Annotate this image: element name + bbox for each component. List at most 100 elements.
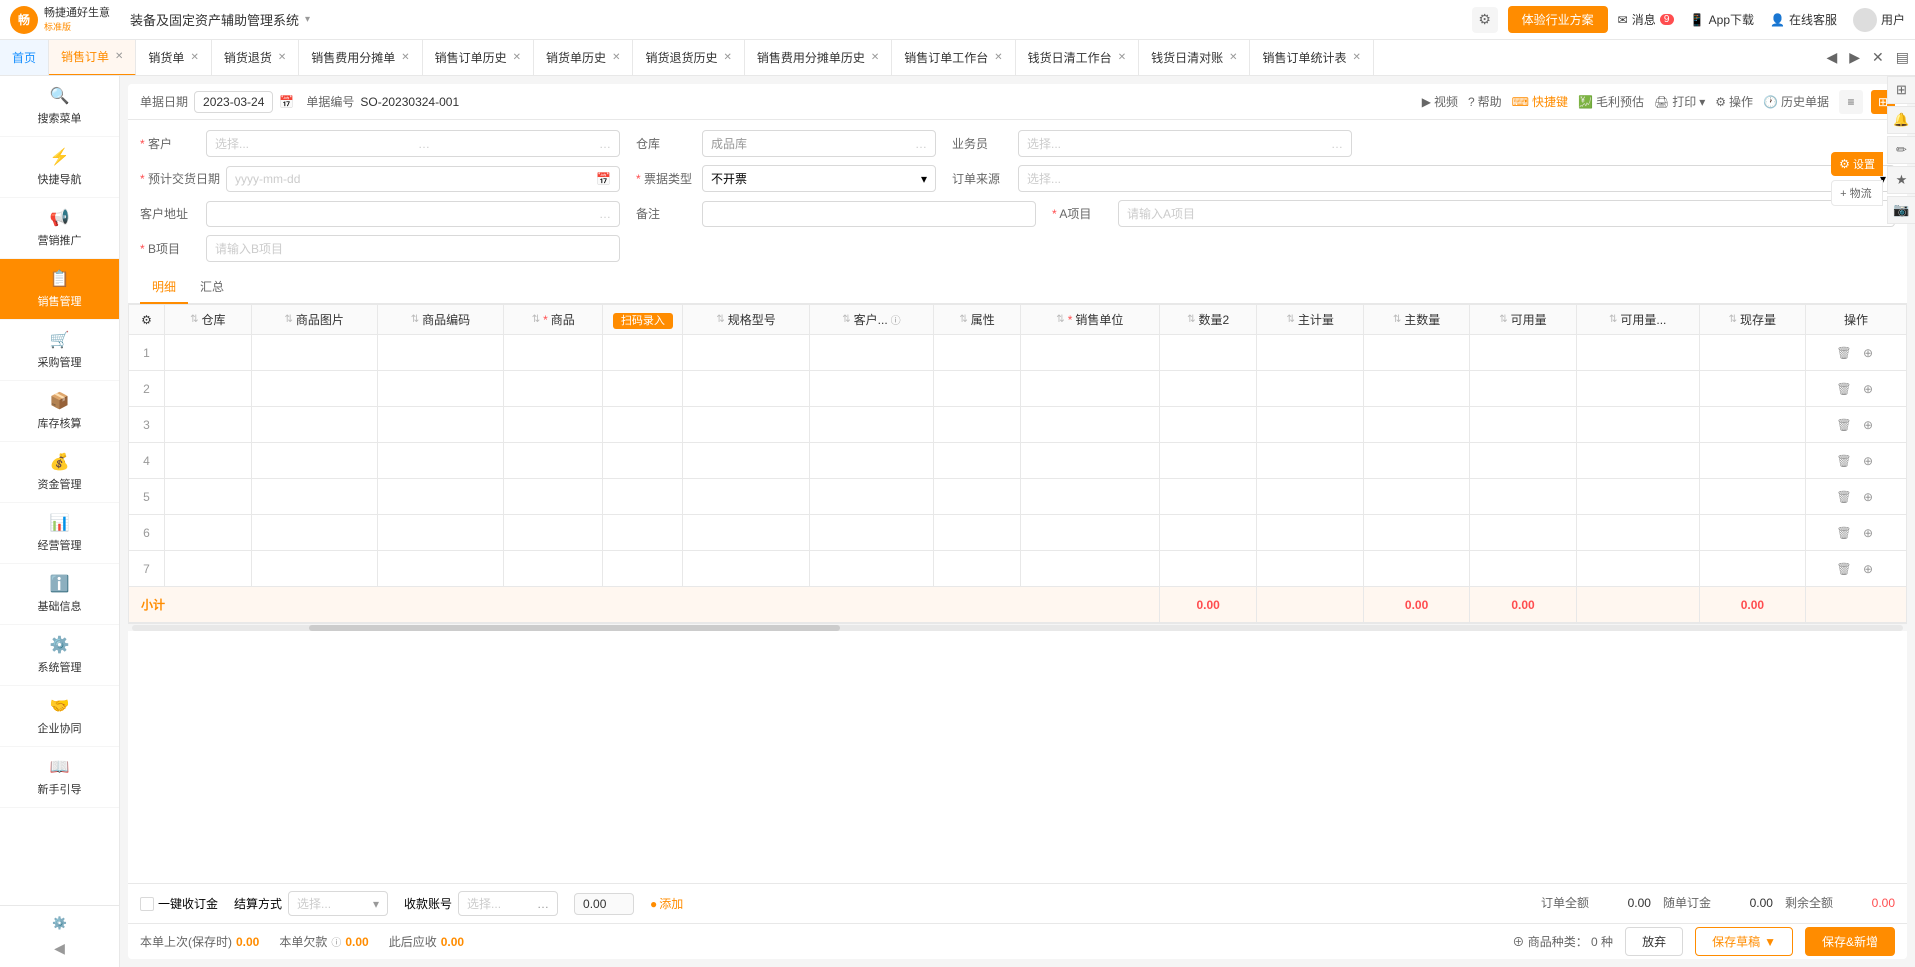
th-warehouse-sort[interactable]: ⇅ [190, 314, 198, 325]
sidebar-item-purchase[interactable]: 🛒 采购管理 [0, 320, 119, 381]
user-button[interactable]: 用户 [1853, 8, 1905, 32]
calendar-icon[interactable]: 📅 [279, 95, 294, 109]
th-unit-sort[interactable]: ⇅ [1056, 314, 1064, 325]
tab-sales-order[interactable]: 销售订单 ✕ [49, 40, 136, 76]
tab-close-expense-split-history[interactable]: ✕ [871, 52, 879, 63]
float-btn-1[interactable]: ⊞ [1887, 76, 1915, 104]
sidebar-collapse-button[interactable]: ◀ [54, 940, 65, 957]
order-source-select[interactable]: 选择... ▾ [1018, 165, 1895, 192]
sidebar-item-enterprise[interactable]: 🤝 企业协同 [0, 686, 119, 747]
tab-close-sales-workbench[interactable]: ✕ [994, 52, 1002, 63]
settings-side-button[interactable]: ⚙ 设置 [1831, 152, 1883, 176]
row-copy-7[interactable]: ⊕ [1858, 559, 1878, 579]
th-attr-sort[interactable]: ⇅ [959, 314, 967, 325]
sidebar-item-basic-info[interactable]: ℹ️ 基础信息 [0, 564, 119, 625]
tab-close-sales-invoice[interactable]: ✕ [190, 52, 198, 63]
tab-close-sales-return[interactable]: ✕ [278, 52, 286, 63]
save-new-button[interactable]: 保存&新增 [1805, 927, 1895, 956]
date-input[interactable]: 2023-03-24 [194, 91, 273, 113]
row-delete-7[interactable]: 🗑 [1834, 559, 1854, 579]
messages-button[interactable]: ✉ 消息 9 [1618, 11, 1674, 28]
th-spec-sort[interactable]: ⇅ [716, 314, 724, 325]
tab-sales-order-history[interactable]: 销售订单历史 ✕ [423, 40, 534, 76]
help-action[interactable]: ? 帮助 [1468, 93, 1502, 110]
list-view-button[interactable]: ≡ [1839, 90, 1863, 114]
row-delete-4[interactable]: 🗑 [1834, 451, 1854, 471]
tab-cash-workbench[interactable]: 钱货日清工作台 ✕ [1016, 40, 1139, 76]
tab-close-sales-order-history[interactable]: ✕ [513, 52, 521, 63]
address-input[interactable]: … [206, 201, 620, 227]
th-avail-sort[interactable]: ⇅ [1499, 314, 1507, 325]
tab-sales-invoice-history[interactable]: 销货单历史 ✕ [534, 40, 633, 76]
horizontal-scrollbar[interactable] [128, 623, 1907, 631]
th-code-sort[interactable]: ⇅ [411, 314, 419, 325]
tab-more-button[interactable]: ▤ [1890, 40, 1915, 76]
float-btn-5[interactable]: 📷 [1887, 196, 1915, 224]
row-copy-1[interactable]: ⊕ [1858, 343, 1878, 363]
th-main-unit-sort[interactable]: ⇅ [1286, 314, 1294, 325]
payment-method-select[interactable]: 选择... ▾ [288, 891, 388, 916]
tab-close-cash-reconcile[interactable]: ✕ [1229, 52, 1237, 63]
a-project-input[interactable]: 请输入A项目 [1118, 200, 1895, 227]
th-settings[interactable]: ⚙ [129, 305, 165, 335]
tab-close-sales-statistics[interactable]: ✕ [1353, 52, 1361, 63]
th-stock-sort[interactable]: ⇅ [1729, 314, 1737, 325]
scrollbar-thumb[interactable] [309, 625, 840, 631]
sidebar-item-shortcuts[interactable]: ⚡ 快捷导航 [0, 137, 119, 198]
discard-button[interactable]: 放弃 [1625, 927, 1683, 956]
print-action[interactable]: 🖨 打印 ▾ [1654, 93, 1705, 110]
sidebar-item-sales[interactable]: 📋 销售管理 [0, 259, 119, 320]
tab-close-sales-expense-split[interactable]: ✕ [401, 52, 409, 63]
tab-sales-expense-split[interactable]: 销售费用分摊单 ✕ [299, 40, 422, 76]
sidebar-item-operations[interactable]: 📊 经营管理 [0, 503, 119, 564]
tab-sales-invoice[interactable]: 销货单 ✕ [136, 40, 211, 76]
sidebar-settings-button[interactable]: ⚙️ [52, 916, 67, 930]
sidebar-item-finance[interactable]: 💰 资金管理 [0, 442, 119, 503]
row-delete-1[interactable]: 🗑 [1834, 343, 1854, 363]
sidebar-item-system[interactable]: ⚙️ 系统管理 [0, 625, 119, 686]
warehouse-input[interactable]: 成品库 … [702, 130, 936, 157]
b-project-input[interactable]: 请输入B项目 [206, 235, 620, 262]
float-btn-4[interactable]: ★ [1887, 166, 1915, 194]
invoice-type-select[interactable]: 不开票 ▾ [702, 165, 936, 192]
sidebar-item-search[interactable]: 🔍 搜索菜单 [0, 76, 119, 137]
th-customer-code-sort[interactable]: ⇅ [842, 314, 850, 325]
tab-cash-reconcile[interactable]: 钱货日清对账 ✕ [1139, 40, 1250, 76]
tab-next-button[interactable]: ▶ [1843, 40, 1866, 76]
history-action[interactable]: 🕐 历史单据 [1763, 93, 1829, 110]
staff-input[interactable]: 选择... … [1018, 130, 1352, 157]
online-service-button[interactable]: 👤 在线客服 [1770, 11, 1837, 28]
operation-action[interactable]: ⚙ 操作 [1715, 93, 1753, 110]
note-input[interactable] [702, 201, 1036, 227]
tab-sales-statistics[interactable]: 销售订单统计表 ✕ [1250, 40, 1373, 76]
tab-sales-return[interactable]: 销货退货 ✕ [212, 40, 299, 76]
tab-sales-workbench[interactable]: 销售订单工作台 ✕ [892, 40, 1015, 76]
float-btn-3[interactable]: ✏ [1887, 136, 1915, 164]
row-delete-3[interactable]: 🗑 [1834, 415, 1854, 435]
tab-close-sales-order[interactable]: ✕ [115, 51, 123, 62]
float-btn-2[interactable]: 🔔 [1887, 106, 1915, 134]
video-action[interactable]: ▶ 视频 [1422, 93, 1458, 110]
one-click-collect-checkbox[interactable] [140, 897, 154, 911]
app-download-button[interactable]: 📱 App下载 [1690, 11, 1754, 28]
tab-return-history[interactable]: 销货退货历史 ✕ [633, 40, 744, 76]
sidebar-item-marketing[interactable]: 📢 营销推广 [0, 198, 119, 259]
th-avail2-sort[interactable]: ⇅ [1609, 314, 1617, 325]
row-copy-6[interactable]: ⊕ [1858, 523, 1878, 543]
settings-icon[interactable]: ⚙ [1472, 7, 1498, 33]
sidebar-item-guide[interactable]: 📖 新手引导 [0, 747, 119, 808]
th-main-qty-sort[interactable]: ⇅ [1393, 314, 1401, 325]
tab-close-all-button[interactable]: ✕ [1866, 40, 1890, 76]
tab-close-return-history[interactable]: ✕ [723, 52, 731, 63]
tab-expense-split-history[interactable]: 销售费用分摊单历史 ✕ [745, 40, 892, 76]
th-image-sort[interactable]: ⇅ [285, 314, 293, 325]
sub-tab-summary[interactable]: 汇总 [188, 272, 236, 304]
tab-close-sales-invoice-history[interactable]: ✕ [612, 52, 620, 63]
row-delete-2[interactable]: 🗑 [1834, 379, 1854, 399]
row-delete-6[interactable]: 🗑 [1834, 523, 1854, 543]
row-copy-5[interactable]: ⊕ [1858, 487, 1878, 507]
profit-action[interactable]: 💹 毛利预估 [1578, 93, 1644, 110]
tab-home[interactable]: 首页 [0, 40, 49, 76]
account-select[interactable]: 选择... … [458, 891, 558, 916]
row-copy-3[interactable]: ⊕ [1858, 415, 1878, 435]
